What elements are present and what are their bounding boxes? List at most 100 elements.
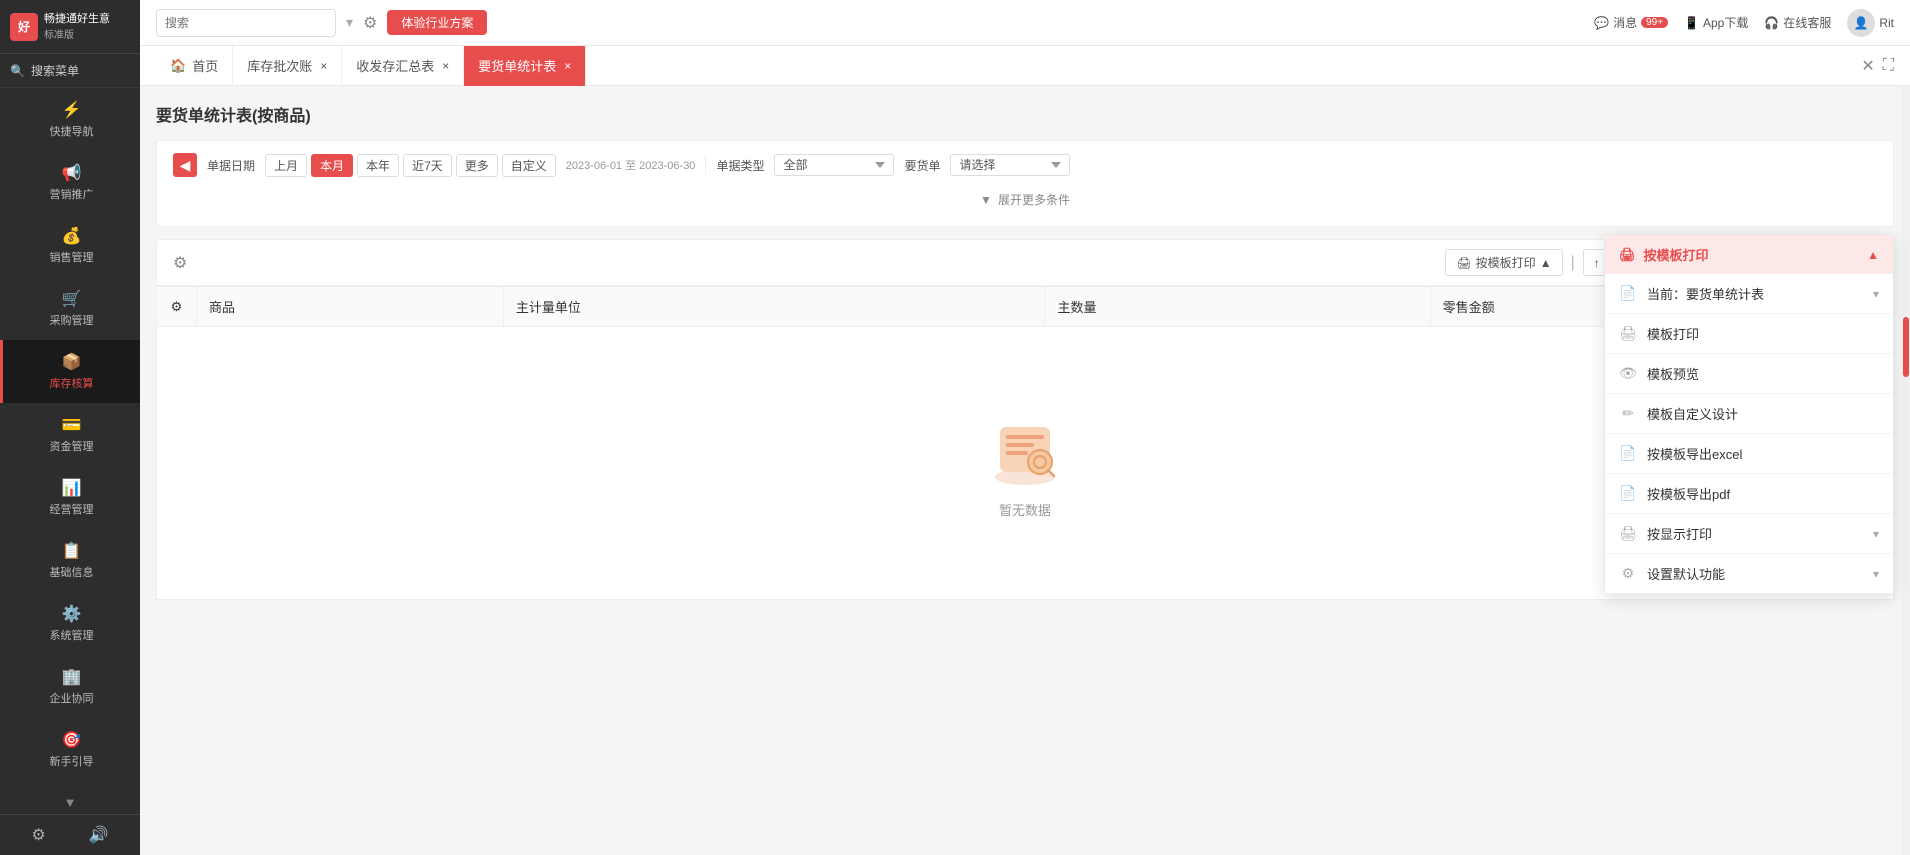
sales-icon: 💰 [62, 226, 82, 246]
topbar-avatar[interactable]: 👤 Rit [1847, 9, 1894, 37]
display-print-icon: 🖨 [1619, 525, 1637, 542]
tab-close-icon[interactable]: ✕ [1861, 56, 1874, 76]
tab-home[interactable]: 🏠 首页 [156, 46, 233, 86]
sidebar-item-operation[interactable]: 📊 经营管理 [0, 466, 140, 529]
trial-btn[interactable]: 体验行业方案 [387, 10, 487, 35]
sidebar-sound-icon[interactable]: 🔊 [89, 825, 109, 845]
purchase-icon: 🛒 [62, 289, 82, 309]
sidebar-item-inventory[interactable]: 📦 库存核算 [0, 340, 140, 403]
dropdown-print-icon: 🖨 [1619, 247, 1636, 263]
col-goods: 商品 [197, 287, 504, 327]
topbar-message[interactable]: 💬 消息 99+ [1594, 14, 1668, 31]
sidebar-item-purchase[interactable]: 🛒 采购管理 [0, 277, 140, 340]
print-template-btn[interactable]: 🖨 按模板打印 ▲ [1445, 249, 1562, 276]
date-btn-prev-month[interactable]: 上月 [265, 154, 307, 177]
template-print-icon: 🖨 [1619, 325, 1637, 342]
date-btn-more[interactable]: 更多 [456, 154, 498, 177]
scrollbar-thumb[interactable] [1903, 317, 1909, 377]
toolbar-divider-1: | [1571, 254, 1575, 272]
sidebar-item-app-center[interactable]: 🖥 应用中心 [0, 781, 140, 791]
home-icon: 🏠 [170, 58, 186, 74]
template-preview-icon: 👁 [1619, 365, 1637, 382]
sidebar-item-quick-nav[interactable]: ⚡ 快捷导航 [0, 88, 140, 151]
message-icon: 💬 [1594, 16, 1609, 30]
export-pdf-icon: 📄 [1619, 485, 1637, 502]
sidebar-bottom: ⚙ 🔊 [0, 814, 140, 855]
empty-icon [980, 407, 1070, 500]
dropdown-template-custom[interactable]: ✏ 模板自定义设计 [1605, 394, 1893, 434]
default-func-arrow: ▾ [1873, 567, 1879, 581]
tab-maximize-icon[interactable]: ⛶ [1883, 57, 1894, 75]
dropdown-template-preview[interactable]: 👁 模板预览 [1605, 354, 1893, 394]
toolbar-left: ⚙ [173, 253, 187, 273]
dropdown-default-func[interactable]: ⚙ 设置默认功能 ▾ [1605, 554, 1893, 594]
filter-divider [705, 155, 706, 175]
sidebar-item-enterprise[interactable]: 🏢 企业协同 [0, 655, 140, 718]
topbar-online-service[interactable]: 🎧 在线客服 [1764, 14, 1831, 31]
user-avatar: 👤 [1847, 9, 1875, 37]
sidebar-search[interactable]: 🔍 搜索菜单 [0, 54, 140, 88]
logo-icon: 好 [10, 13, 38, 41]
dropdown-template-print[interactable]: 🖨 模板打印 [1605, 314, 1893, 354]
filter-area: ◀ 单据日期 上月 本月 本年 近7天 更多 自定义 2023-06-01 至 … [156, 140, 1894, 227]
operation-icon: 📊 [62, 478, 82, 498]
topbar-app-download[interactable]: 📱 App下载 [1684, 14, 1748, 31]
newbie-icon: 🎯 [62, 730, 82, 750]
filter-row: ◀ 单据日期 上月 本月 本年 近7天 更多 自定义 2023-06-01 至 … [173, 153, 1877, 177]
dropdown-collapse-arrow[interactable]: ▲ [1867, 248, 1879, 262]
page-content: 要货单统计表(按商品) ◀ 单据日期 上月 本月 本年 近7天 更多 自定义 2… [140, 86, 1910, 855]
main-content: ▾ ⚙ 体验行业方案 💬 消息 99+ 📱 App下载 🎧 在线客服 👤 Rit [140, 0, 1910, 855]
logo-text: 畅捷通好生意 标准版 [44, 12, 110, 41]
sidebar-scroll-down[interactable]: ▼ [0, 791, 140, 814]
sidebar-item-finance[interactable]: 💳 资金管理 [0, 403, 140, 466]
sidebar-item-newbie[interactable]: 🎯 新手引导 [0, 718, 140, 781]
current-template-arrow: ▾ [1873, 287, 1879, 301]
template-custom-icon: ✏ [1619, 405, 1637, 422]
date-buttons: 上月 本月 本年 近7天 更多 自定义 [265, 154, 556, 177]
inventory-icon: 📦 [62, 352, 82, 372]
sidebar-settings-icon[interactable]: ⚙ [31, 825, 45, 845]
expand-more-btn[interactable]: ▼ 展开更多条件 [173, 185, 1877, 214]
current-template-icon: 📄 [1619, 285, 1637, 302]
tab-batch-account[interactable]: 库存批次账 × [233, 46, 342, 86]
filter-collapse-btn[interactable]: ◀ [173, 153, 197, 177]
enterprise-icon: 🏢 [62, 667, 82, 687]
dropdown-display-print[interactable]: 🖨 按显示打印 ▾ [1605, 514, 1893, 554]
tab-order-stats[interactable]: 要货单统计表 × [464, 46, 586, 86]
tab-batch-account-close[interactable]: × [320, 59, 327, 73]
sidebar-item-system[interactable]: ⚙️ 系统管理 [0, 592, 140, 655]
tab-receipts-summary-close[interactable]: × [442, 59, 449, 73]
tab-receipts-summary[interactable]: 收发存汇总表 × [342, 46, 464, 86]
order-type-select[interactable]: 全部 要货单 退货单 [774, 154, 894, 176]
export-excel-icon: 📄 [1619, 445, 1637, 462]
sidebar-item-sales[interactable]: 💰 销售管理 [0, 214, 140, 277]
display-print-arrow: ▾ [1873, 527, 1879, 541]
topbar-search-input[interactable] [156, 9, 336, 37]
require-goods-label: 要货单 [904, 157, 940, 174]
dropdown-export-excel[interactable]: 📄 按模板导出excel [1605, 434, 1893, 474]
empty-text: 暂无数据 [999, 500, 1051, 519]
dropdown-current-template[interactable]: 📄 当前：要货单统计表 ▾ [1605, 274, 1893, 314]
date-btn-custom[interactable]: 自定义 [502, 154, 556, 177]
col-settings[interactable]: ⚙ [157, 287, 197, 327]
date-btn-7days[interactable]: 近7天 [403, 154, 452, 177]
tab-order-stats-close[interactable]: × [564, 59, 571, 73]
export-icon: ↑ [1594, 256, 1600, 270]
sidebar-item-basic[interactable]: 📋 基础信息 [0, 529, 140, 592]
sidebar-logo: 好 畅捷通好生意 标准版 [0, 0, 140, 54]
expand-icon: ▼ [980, 193, 992, 207]
online-service-icon: 🎧 [1764, 16, 1779, 30]
scrollbar-track[interactable] [1902, 86, 1910, 855]
table-settings-icon[interactable]: ⚙ [173, 253, 187, 273]
require-goods-select[interactable]: 请选择 [950, 154, 1070, 176]
date-btn-this-month[interactable]: 本月 [311, 154, 353, 177]
topbar: ▾ ⚙ 体验行业方案 💬 消息 99+ 📱 App下载 🎧 在线客服 👤 Rit [140, 0, 1910, 46]
search-icon: 🔍 [10, 64, 25, 78]
quick-nav-icon: ⚡ [62, 100, 82, 120]
topbar-dropdown-icon[interactable]: ▾ [346, 14, 353, 31]
dropdown-export-pdf[interactable]: 📄 按模板导出pdf [1605, 474, 1893, 514]
sidebar-item-marketing[interactable]: 📢 营销推广 [0, 151, 140, 214]
date-btn-this-year[interactable]: 本年 [357, 154, 399, 177]
topbar-gear-icon[interactable]: ⚙ [363, 13, 377, 33]
finance-icon: 💳 [62, 415, 82, 435]
